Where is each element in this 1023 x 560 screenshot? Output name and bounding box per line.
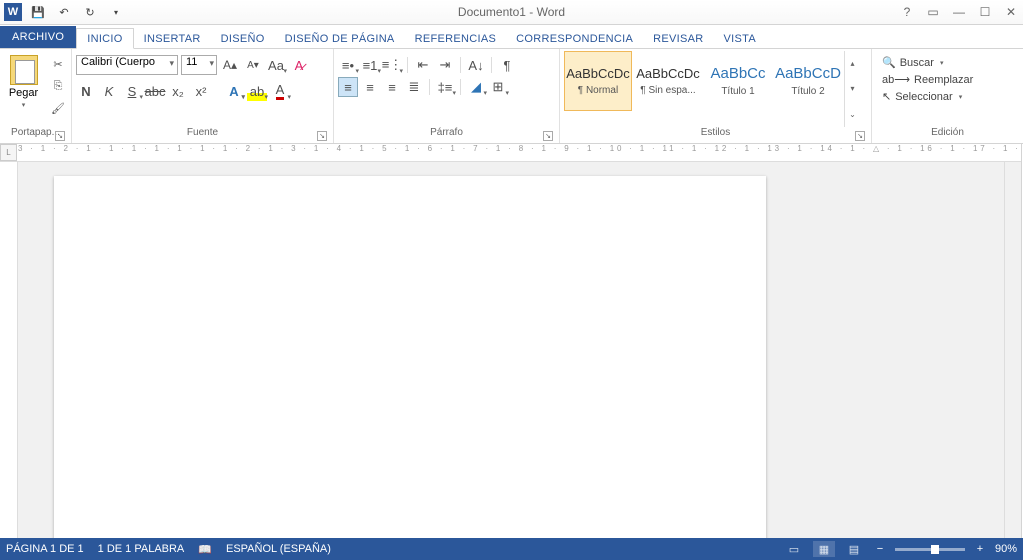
read-mode-icon[interactable]: ▭ [783,541,805,557]
styles-expand[interactable]: ⌄ [845,102,860,127]
zoom-out-icon[interactable]: − [873,543,887,555]
styles-launcher[interactable]: ↘ [855,131,865,141]
justify-icon[interactable]: ≣ [404,77,424,97]
clipboard-icon [10,55,38,85]
style-normal[interactable]: AaBbCcDc ¶ Normal [564,51,632,111]
styles-scroll-down[interactable]: ▾ [845,76,860,101]
paragraph-group-label: Párrafo [430,127,463,138]
italic-icon[interactable]: K [99,81,119,101]
clipboard-group-label: Portapap... [11,127,60,138]
decrease-indent-icon[interactable]: ⇤ [413,55,433,75]
cursor-icon: ↖ [882,90,891,103]
clipboard-launcher[interactable]: ↘ [55,131,65,141]
font-group-label: Fuente [187,127,218,138]
page-indicator[interactable]: PÁGINA 1 DE 1 [6,543,84,555]
font-launcher[interactable]: ↘ [317,131,327,141]
styles-group-label: Estilos [701,127,730,138]
select-button[interactable]: ↖Seleccionar▾ [880,89,975,104]
cut-icon[interactable]: ✂ [49,55,67,73]
style-heading1[interactable]: AaBbCc Título 1 [704,51,772,111]
undo-icon[interactable]: ↶ [54,2,74,22]
editing-group-label: Edición [931,127,964,138]
document-area: L 3 · 1 · 2 · 1 · 1 · 1 · 1 · 1 · 1 · 1 … [0,144,1023,538]
ruler-corner[interactable]: L [0,144,17,161]
close-icon[interactable]: ✕ [1003,4,1019,20]
bullets-icon[interactable]: ≡• [338,55,358,75]
shrink-font-icon[interactable]: A▾ [243,55,263,75]
find-button[interactable]: 🔍Buscar▾ [880,55,975,70]
font-name-combo[interactable]: Calibri (Cuerpo [76,55,178,75]
grow-font-icon[interactable]: A▴ [220,55,240,75]
show-marks-icon[interactable]: ¶ [497,55,517,75]
multilevel-list-icon[interactable]: ≡⋮ [382,55,402,75]
zoom-in-icon[interactable]: + [973,543,987,555]
sort-icon[interactable]: A↓ [466,55,486,75]
clear-formatting-icon[interactable]: A̷ [289,55,309,75]
ribbon-options-icon[interactable]: ▭ [925,4,941,20]
borders-icon[interactable]: ⊞ [488,77,508,97]
save-icon[interactable]: 💾 [28,2,48,22]
document-page[interactable] [54,176,766,538]
font-size-combo[interactable]: 11 [181,55,217,75]
copy-icon[interactable]: ⎘ [49,77,67,95]
text-effects-icon[interactable]: A [224,81,244,101]
subscript-icon[interactable]: x₂ [168,81,188,101]
horizontal-ruler[interactable]: L 3 · 1 · 2 · 1 · 1 · 1 · 1 · 1 · 1 · 1 … [0,144,1021,162]
styles-scroll-up[interactable]: ▴ [845,51,860,76]
increase-indent-icon[interactable]: ⇥ [435,55,455,75]
zoom-slider[interactable] [895,548,965,551]
zoom-level[interactable]: 90% [995,543,1017,555]
language-indicator[interactable]: ESPAÑOL (ESPAÑA) [226,543,331,555]
bold-icon[interactable]: N [76,81,96,101]
tab-referencias[interactable]: REFERENCIAS [405,29,507,48]
align-left-icon[interactable]: ≡ [338,77,358,97]
replace-icon: ab⟶ [882,73,910,86]
binoculars-icon: 🔍 [882,56,896,69]
replace-button[interactable]: ab⟶Reemplazar [880,72,975,87]
paragraph-launcher[interactable]: ↘ [543,131,553,141]
window-title: Documento1 - Word [458,5,565,19]
strikethrough-icon[interactable]: abc [145,81,165,101]
tab-inicio[interactable]: INICIO [76,28,133,49]
underline-icon[interactable]: S [122,81,142,101]
word-count[interactable]: 1 DE 1 PALABRA [98,543,185,555]
paste-label: Pegar [9,87,38,99]
ribbon: Pegar ▾ ✂ ⎘ 🖌 Portapap...↘ Calibri (Cuer… [0,49,1023,144]
minimize-icon[interactable]: — [951,4,967,20]
highlight-icon[interactable]: ab [247,81,267,101]
tab-revisar[interactable]: REVISAR [643,29,713,48]
maximize-icon[interactable]: ☐ [977,4,993,20]
tab-diseno[interactable]: DISEÑO [211,29,275,48]
tab-vista[interactable]: VISTA [714,29,766,48]
page-viewport[interactable] [18,162,1004,538]
numbering-icon[interactable]: ≡1 [360,55,380,75]
redo-icon[interactable]: ↻ [80,2,100,22]
style-heading2[interactable]: AaBbCcD Título 2 [774,51,842,111]
superscript-icon[interactable]: x² [191,81,211,101]
spellcheck-icon[interactable]: 📖 [198,543,212,556]
qat-customize-icon[interactable]: ▾ [106,2,126,22]
vertical-ruler[interactable] [0,162,18,538]
ribbon-tabs: ARCHIVO INICIO INSERTAR DISEÑO DISEÑO DE… [0,25,1023,49]
tab-correspondencia[interactable]: CORRESPONDENCIA [506,29,643,48]
font-color-icon[interactable]: A [270,81,290,101]
tab-insertar[interactable]: INSERTAR [134,29,211,48]
change-case-icon[interactable]: Aa [266,55,286,75]
align-center-icon[interactable]: ≡ [360,77,380,97]
statusbar: PÁGINA 1 DE 1 1 DE 1 PALABRA 📖 ESPAÑOL (… [0,538,1023,560]
titlebar: W 💾 ↶ ↻ ▾ Documento1 - Word ? ▭ — ☐ ✕ [0,0,1023,25]
align-right-icon[interactable]: ≡ [382,77,402,97]
tab-file[interactable]: ARCHIVO [0,26,76,48]
shading-icon[interactable]: ◢ [466,77,486,97]
line-spacing-icon[interactable]: ‡≡ [435,77,455,97]
tab-diseno-pagina[interactable]: DISEÑO DE PÁGINA [275,29,405,48]
web-layout-icon[interactable]: ▤ [843,541,865,557]
paste-button[interactable]: Pegar ▾ [4,51,43,109]
help-icon[interactable]: ? [899,4,915,20]
style-no-spacing[interactable]: AaBbCcDc ¶ Sin espa... [634,51,702,111]
word-app-icon: W [4,3,22,21]
vertical-scrollbar[interactable] [1004,162,1021,538]
format-painter-icon[interactable]: 🖌 [49,99,67,117]
print-layout-icon[interactable]: ▦ [813,541,835,557]
